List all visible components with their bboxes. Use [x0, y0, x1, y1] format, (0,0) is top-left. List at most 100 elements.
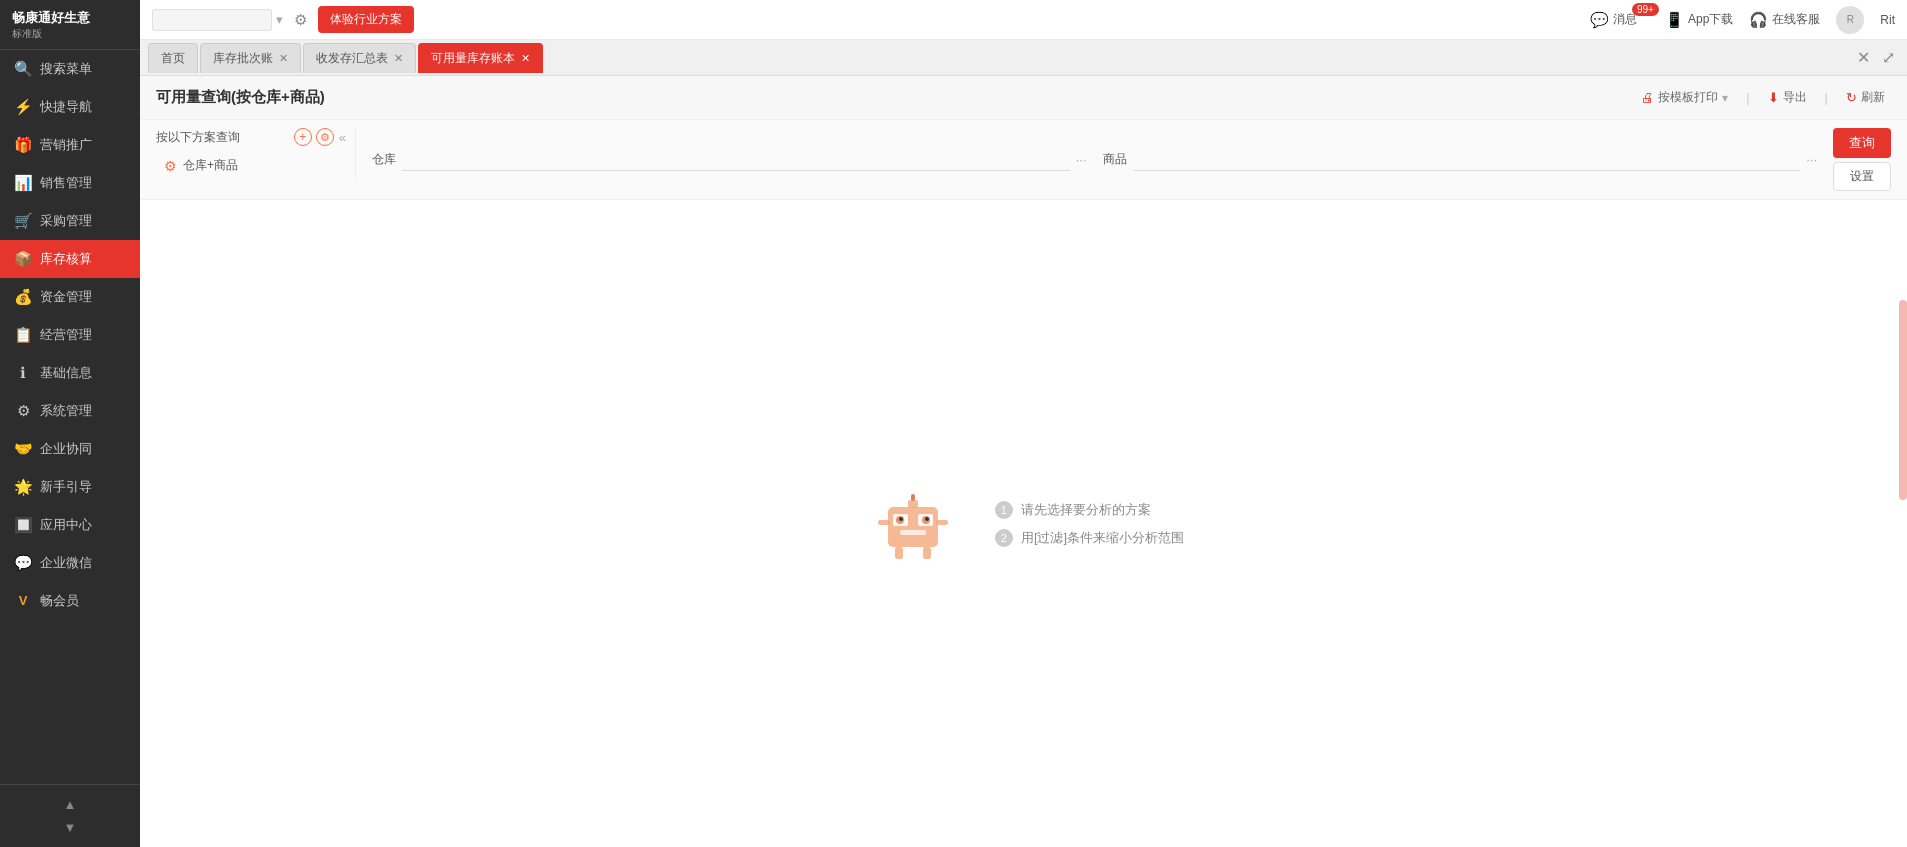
- sidebar-item-search[interactable]: 🔍 搜索菜单: [0, 50, 140, 88]
- sidebar-item-tutorial[interactable]: 🌟 新手引导: [0, 468, 140, 506]
- product-input[interactable]: [1133, 148, 1801, 171]
- sidebar-item-label: 基础信息: [40, 364, 92, 382]
- page-header: 可用量查询(按仓库+商品) 🖨 按模板打印 ▾ | ⬇ 导出 | ↻ 刷新: [140, 76, 1907, 120]
- vip-icon: V: [14, 593, 32, 608]
- tab-batch-ledger[interactable]: 库存批次账 ✕: [200, 43, 301, 73]
- export-btn[interactable]: ⬇ 导出: [1762, 86, 1813, 109]
- sidebar-item-enterprise-wechat[interactable]: 💬 企业微信: [0, 544, 140, 582]
- sidebar-item-operations[interactable]: 📋 经营管理: [0, 316, 140, 354]
- sidebar-item-enterprise-collab[interactable]: 🤝 企业协同: [0, 430, 140, 468]
- topbar-search-input[interactable]: [152, 9, 272, 31]
- scheme-icon: ⚙: [164, 158, 177, 174]
- sidebar-item-label: 企业协同: [40, 440, 92, 458]
- svg-point-12: [899, 517, 903, 521]
- online-service-label: 在线客服: [1772, 11, 1820, 28]
- sidebar-item-label: 采购管理: [40, 212, 92, 230]
- empty-svg: [863, 472, 963, 572]
- divider2: |: [1825, 90, 1828, 105]
- sidebar-bottom: ▲ ▼: [0, 784, 140, 847]
- empty-hints: 1 请先选择要分析的方案 2 用[过滤]条件来缩小分析范围: [995, 501, 1184, 547]
- tab-batch-label: 库存批次账: [213, 50, 273, 67]
- collapse-scheme-btn[interactable]: «: [338, 129, 347, 146]
- sidebar-scroll-up-btn[interactable]: ▲: [0, 793, 140, 816]
- settings-button[interactable]: 设置: [1833, 162, 1891, 191]
- sidebar-item-label: 企业微信: [40, 554, 92, 572]
- search-icon: 🔍: [14, 60, 32, 78]
- empty-state: 1 请先选择要分析的方案 2 用[过滤]条件来缩小分析范围: [140, 200, 1907, 847]
- username-label: Rit: [1880, 13, 1895, 27]
- tab-close-btn[interactable]: ✕: [1853, 46, 1874, 69]
- empty-illustration: [863, 472, 963, 575]
- tab-home[interactable]: 首页: [148, 43, 198, 73]
- sidebar-item-label: 经营管理: [40, 326, 92, 344]
- sidebar-item-app-center[interactable]: 🔲 应用中心: [0, 506, 140, 544]
- online-service-btn[interactable]: 🎧 在线客服: [1749, 11, 1820, 29]
- hint-text-2: 用[过滤]条件来缩小分析范围: [1021, 529, 1184, 547]
- tabs-right-controls: ✕ ⤢: [1853, 46, 1899, 69]
- filter-product: 商品 ···: [1103, 148, 1818, 171]
- query-section-title: 按以下方案查询: [156, 129, 240, 146]
- purchase-icon: 🛒: [14, 212, 32, 230]
- wechat-icon: 💬: [14, 554, 32, 572]
- main-area: ▾ ⚙ 体验行业方案 💬 消息 99+ 📱 App下载 🎧 在线客服 R Rit: [140, 0, 1907, 847]
- page-title: 可用量查询(按仓库+商品): [156, 88, 325, 107]
- app-version: 标准版: [12, 27, 128, 41]
- sidebar-item-purchase[interactable]: 🛒 采购管理: [0, 202, 140, 240]
- sidebar-item-finance[interactable]: 💰 资金管理: [0, 278, 140, 316]
- topbar-search: ▾: [152, 9, 283, 31]
- app-download-btn[interactable]: 📱 App下载: [1665, 11, 1733, 29]
- hint-item-2: 2 用[过滤]条件来缩小分析范围: [995, 529, 1184, 547]
- sidebar-item-label: 畅会员: [40, 592, 79, 610]
- sidebar-item-marketing[interactable]: 🎁 营销推广: [0, 126, 140, 164]
- sidebar-scroll-down-btn[interactable]: ▼: [0, 816, 140, 839]
- message-badge: 99+: [1632, 3, 1659, 16]
- sidebar-item-label: 营销推广: [40, 136, 92, 154]
- tabs-bar: 首页 库存批次账 ✕ 收发存汇总表 ✕ 可用量库存账本 ✕ ✕ ⤢: [140, 40, 1907, 76]
- warehouse-more-icon[interactable]: ···: [1076, 152, 1087, 167]
- svg-rect-0: [888, 507, 938, 547]
- sidebar-item-label: 新手引导: [40, 478, 92, 496]
- industry-solution-btn[interactable]: 体验行业方案: [318, 6, 414, 33]
- query-schemes-panel: 按以下方案查询 + ⚙ « ⚙ 仓库+商品: [156, 128, 356, 179]
- settings-scheme-btn[interactable]: ⚙: [316, 128, 334, 146]
- content-area: 可用量查询(按仓库+商品) 🖨 按模板打印 ▾ | ⬇ 导出 | ↻ 刷新: [140, 76, 1907, 847]
- query-button[interactable]: 查询: [1833, 128, 1891, 158]
- sidebar-item-inventory[interactable]: 📦 库存核算: [0, 240, 140, 278]
- filter-warehouse: 仓库 ···: [372, 148, 1087, 171]
- operations-icon: 📋: [14, 326, 32, 344]
- collab-icon: 🤝: [14, 440, 32, 458]
- scheme-name: 仓库+商品: [183, 157, 238, 174]
- print-icon: 🖨: [1641, 90, 1654, 105]
- export-icon: ⬇: [1768, 90, 1779, 105]
- query-left-actions: + ⚙ «: [294, 128, 347, 146]
- print-dropdown-icon[interactable]: ▾: [1722, 91, 1728, 105]
- refresh-btn[interactable]: ↻ 刷新: [1840, 86, 1891, 109]
- export-label: 导出: [1783, 89, 1807, 106]
- sidebar-item-system[interactable]: ⚙ 系统管理: [0, 392, 140, 430]
- right-scrollbar[interactable]: [1899, 300, 1907, 500]
- sidebar-item-sales[interactable]: 📊 销售管理: [0, 164, 140, 202]
- tab-batch-close-icon[interactable]: ✕: [279, 53, 288, 64]
- tab-maximize-btn[interactable]: ⤢: [1878, 46, 1899, 69]
- tab-available-qty[interactable]: 可用量库存账本 ✕: [418, 43, 543, 73]
- tab-summary-close-icon[interactable]: ✕: [394, 53, 403, 64]
- hint-text-1: 请先选择要分析的方案: [1021, 501, 1151, 519]
- topbar-gear-icon[interactable]: ⚙: [291, 8, 310, 32]
- app-name: 畅康通好生意: [12, 10, 128, 27]
- tab-available-qty-close-icon[interactable]: ✕: [521, 53, 530, 64]
- tab-summary[interactable]: 收发存汇总表 ✕: [303, 43, 416, 73]
- add-scheme-btn[interactable]: +: [294, 128, 312, 146]
- print-btn[interactable]: 🖨 按模板打印 ▾: [1635, 86, 1734, 109]
- tutorial-icon: 🌟: [14, 478, 32, 496]
- message-icon: 💬: [1590, 11, 1609, 29]
- sidebar-item-label: 快捷导航: [40, 98, 92, 116]
- product-more-icon[interactable]: ···: [1806, 152, 1817, 167]
- sidebar-item-vip[interactable]: V 畅会员: [0, 582, 140, 620]
- page-header-actions: 🖨 按模板打印 ▾ | ⬇ 导出 | ↻ 刷新: [1635, 86, 1891, 109]
- dropdown-icon[interactable]: ▾: [276, 12, 283, 27]
- message-btn[interactable]: 💬 消息 99+: [1590, 11, 1649, 29]
- sidebar-item-base-info[interactable]: ℹ 基础信息: [0, 354, 140, 392]
- sidebar-item-nav[interactable]: ⚡ 快捷导航: [0, 88, 140, 126]
- scheme-item-warehouse-product[interactable]: ⚙ 仓库+商品: [156, 152, 347, 179]
- warehouse-input[interactable]: [402, 148, 1070, 171]
